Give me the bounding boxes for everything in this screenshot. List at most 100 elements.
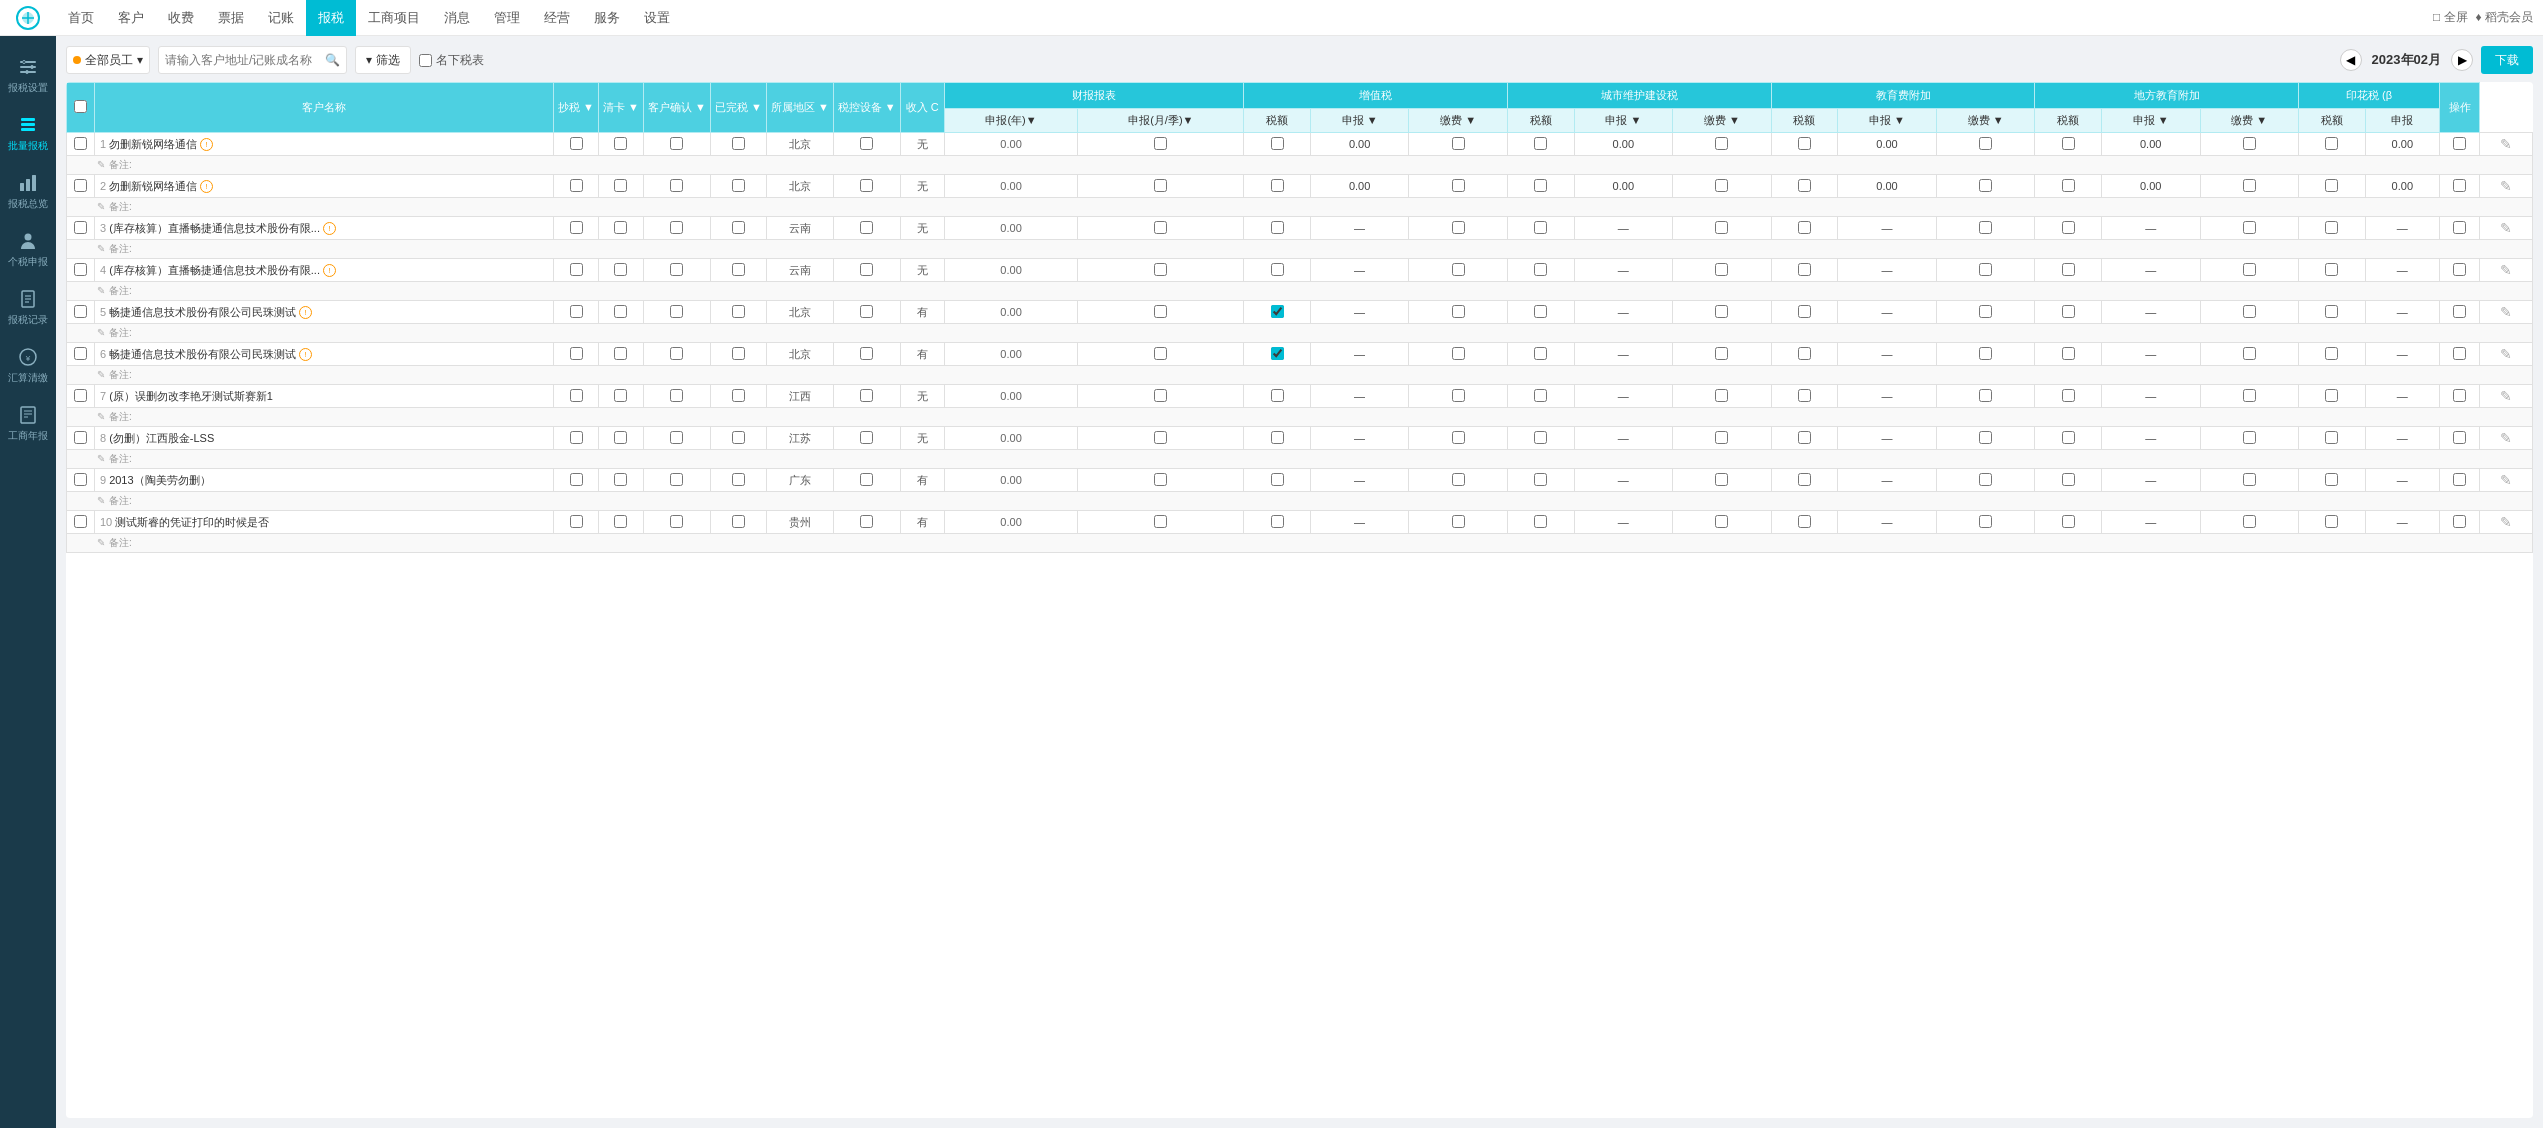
stamp-shen-checkbox[interactable] (2453, 179, 2466, 192)
row-select-checkbox[interactable] (74, 473, 87, 486)
row-select-checkbox[interactable] (74, 221, 87, 234)
nav-home[interactable]: 首页 (56, 0, 106, 36)
customer-name[interactable]: (库存核算）直播畅捷通信息技术股份有限... (109, 221, 320, 236)
nav-customer[interactable]: 客户 (106, 0, 156, 36)
stamp-shen-checkbox[interactable] (2453, 305, 2466, 318)
info-icon[interactable]: ! (323, 264, 336, 277)
local-jiao-checkbox[interactable] (2325, 347, 2338, 360)
kehu-quereng-checkbox[interactable] (670, 473, 683, 486)
kehu-quereng-checkbox[interactable] (670, 515, 683, 528)
tax-table-container[interactable]: 客户名称 抄税 ▼ 清卡 ▼ 客户确认 ▼ 已完税 (66, 82, 2533, 1118)
shuikong-checkbox[interactable] (860, 263, 873, 276)
stamp-shen-checkbox[interactable] (2453, 263, 2466, 276)
name-under-checkbox[interactable] (419, 54, 432, 67)
download-button[interactable]: 下载 (2481, 46, 2533, 74)
local-shen-checkbox[interactable] (2243, 263, 2256, 276)
kehu-quereng-checkbox[interactable] (670, 305, 683, 318)
chaoshui-checkbox[interactable] (570, 179, 583, 192)
local-jiao-checkbox[interactable] (2325, 179, 2338, 192)
city-shen-checkbox[interactable] (1715, 305, 1728, 318)
vat-shen-checkbox[interactable] (1452, 221, 1465, 234)
chaoshui-checkbox[interactable] (570, 389, 583, 402)
vat-jiao-checkbox[interactable] (1534, 263, 1547, 276)
qingka-checkbox[interactable] (614, 179, 627, 192)
edit-icon[interactable]: ✎ (2500, 514, 2512, 530)
vat-shen-checkbox[interactable] (1452, 515, 1465, 528)
edu-jiao-checkbox[interactable] (2062, 263, 2075, 276)
sidebar-item-personal-tax[interactable]: 个税申报 (0, 220, 56, 278)
edu-shen-checkbox[interactable] (1979, 389, 1992, 402)
nav-tax[interactable]: 报税 (306, 0, 356, 36)
kehu-quereng-checkbox[interactable] (670, 431, 683, 444)
zhucai-month-checkbox[interactable] (1271, 263, 1284, 276)
vat-jiao-checkbox[interactable] (1534, 389, 1547, 402)
sidebar-item-tax-overview[interactable]: 报税总览 (0, 162, 56, 220)
kehu-quereng-checkbox[interactable] (670, 389, 683, 402)
edu-jiao-checkbox[interactable] (2062, 137, 2075, 150)
city-shen-checkbox[interactable] (1715, 473, 1728, 486)
stamp-shen-checkbox[interactable] (2453, 347, 2466, 360)
zhucai-month-checkbox[interactable] (1271, 515, 1284, 528)
nav-billing[interactable]: 收费 (156, 0, 206, 36)
yi-wanshui-checkbox[interactable] (732, 515, 745, 528)
city-shen-checkbox[interactable] (1715, 179, 1728, 192)
kehu-quereng-checkbox[interactable] (670, 137, 683, 150)
city-jiao-checkbox[interactable] (1798, 305, 1811, 318)
member-btn[interactable]: ♦ 稻壳会员 (2476, 9, 2533, 26)
edu-jiao-checkbox[interactable] (2062, 473, 2075, 486)
edu-shen-checkbox[interactable] (1979, 515, 1992, 528)
nav-message[interactable]: 消息 (432, 0, 482, 36)
edu-jiao-checkbox[interactable] (2062, 179, 2075, 192)
city-jiao-checkbox[interactable] (1798, 473, 1811, 486)
shuikong-checkbox[interactable] (860, 221, 873, 234)
edu-shen-checkbox[interactable] (1979, 137, 1992, 150)
sidebar-item-batch-tax[interactable]: 批量报税 (0, 104, 56, 162)
local-jiao-checkbox[interactable] (2325, 305, 2338, 318)
shuikong-checkbox[interactable] (860, 305, 873, 318)
vat-shen-checkbox[interactable] (1452, 389, 1465, 402)
yi-wanshui-checkbox[interactable] (732, 305, 745, 318)
sidebar-item-tax-settings[interactable]: 报税设置 (0, 46, 56, 104)
vat-jiao-checkbox[interactable] (1534, 473, 1547, 486)
zhucai-month-checkbox[interactable] (1271, 305, 1284, 318)
local-shen-checkbox[interactable] (2243, 431, 2256, 444)
vat-shen-checkbox[interactable] (1452, 305, 1465, 318)
yi-wanshui-checkbox[interactable] (732, 431, 745, 444)
info-icon[interactable]: ! (299, 306, 312, 319)
kehu-quereng-checkbox[interactable] (670, 179, 683, 192)
stamp-shen-checkbox[interactable] (2453, 137, 2466, 150)
customer-name[interactable]: 测试斯睿的凭证打印的时候是否 (115, 515, 269, 530)
city-jiao-checkbox[interactable] (1798, 137, 1811, 150)
chaoshui-checkbox[interactable] (570, 137, 583, 150)
city-jiao-checkbox[interactable] (1798, 389, 1811, 402)
city-jiao-checkbox[interactable] (1798, 179, 1811, 192)
local-shen-checkbox[interactable] (2243, 179, 2256, 192)
shuikong-checkbox[interactable] (860, 389, 873, 402)
yi-wanshui-checkbox[interactable] (732, 347, 745, 360)
city-shen-checkbox[interactable] (1715, 389, 1728, 402)
vat-shen-checkbox[interactable] (1452, 431, 1465, 444)
city-shen-checkbox[interactable] (1715, 221, 1728, 234)
employee-filter-select[interactable]: 全部员工 ▾ (66, 46, 150, 74)
zhucai-year-checkbox[interactable] (1154, 473, 1167, 486)
edu-shen-checkbox[interactable] (1979, 473, 1992, 486)
zhucai-year-checkbox[interactable] (1154, 305, 1167, 318)
row-select-checkbox[interactable] (74, 431, 87, 444)
yi-wanshui-checkbox[interactable] (732, 473, 745, 486)
nav-settings[interactable]: 设置 (632, 0, 682, 36)
chaoshui-checkbox[interactable] (570, 431, 583, 444)
zhucai-month-checkbox[interactable] (1271, 221, 1284, 234)
shuikong-checkbox[interactable] (860, 137, 873, 150)
zhucai-year-checkbox[interactable] (1154, 389, 1167, 402)
nav-service[interactable]: 服务 (582, 0, 632, 36)
qingka-checkbox[interactable] (614, 263, 627, 276)
vat-jiao-checkbox[interactable] (1534, 221, 1547, 234)
local-jiao-checkbox[interactable] (2325, 137, 2338, 150)
kehu-quereng-checkbox[interactable] (670, 221, 683, 234)
zhucai-year-checkbox[interactable] (1154, 263, 1167, 276)
local-jiao-checkbox[interactable] (2325, 263, 2338, 276)
row-select-checkbox[interactable] (74, 347, 87, 360)
kehu-quereng-checkbox[interactable] (670, 263, 683, 276)
yi-wanshui-checkbox[interactable] (732, 263, 745, 276)
zhucai-month-checkbox[interactable] (1271, 179, 1284, 192)
